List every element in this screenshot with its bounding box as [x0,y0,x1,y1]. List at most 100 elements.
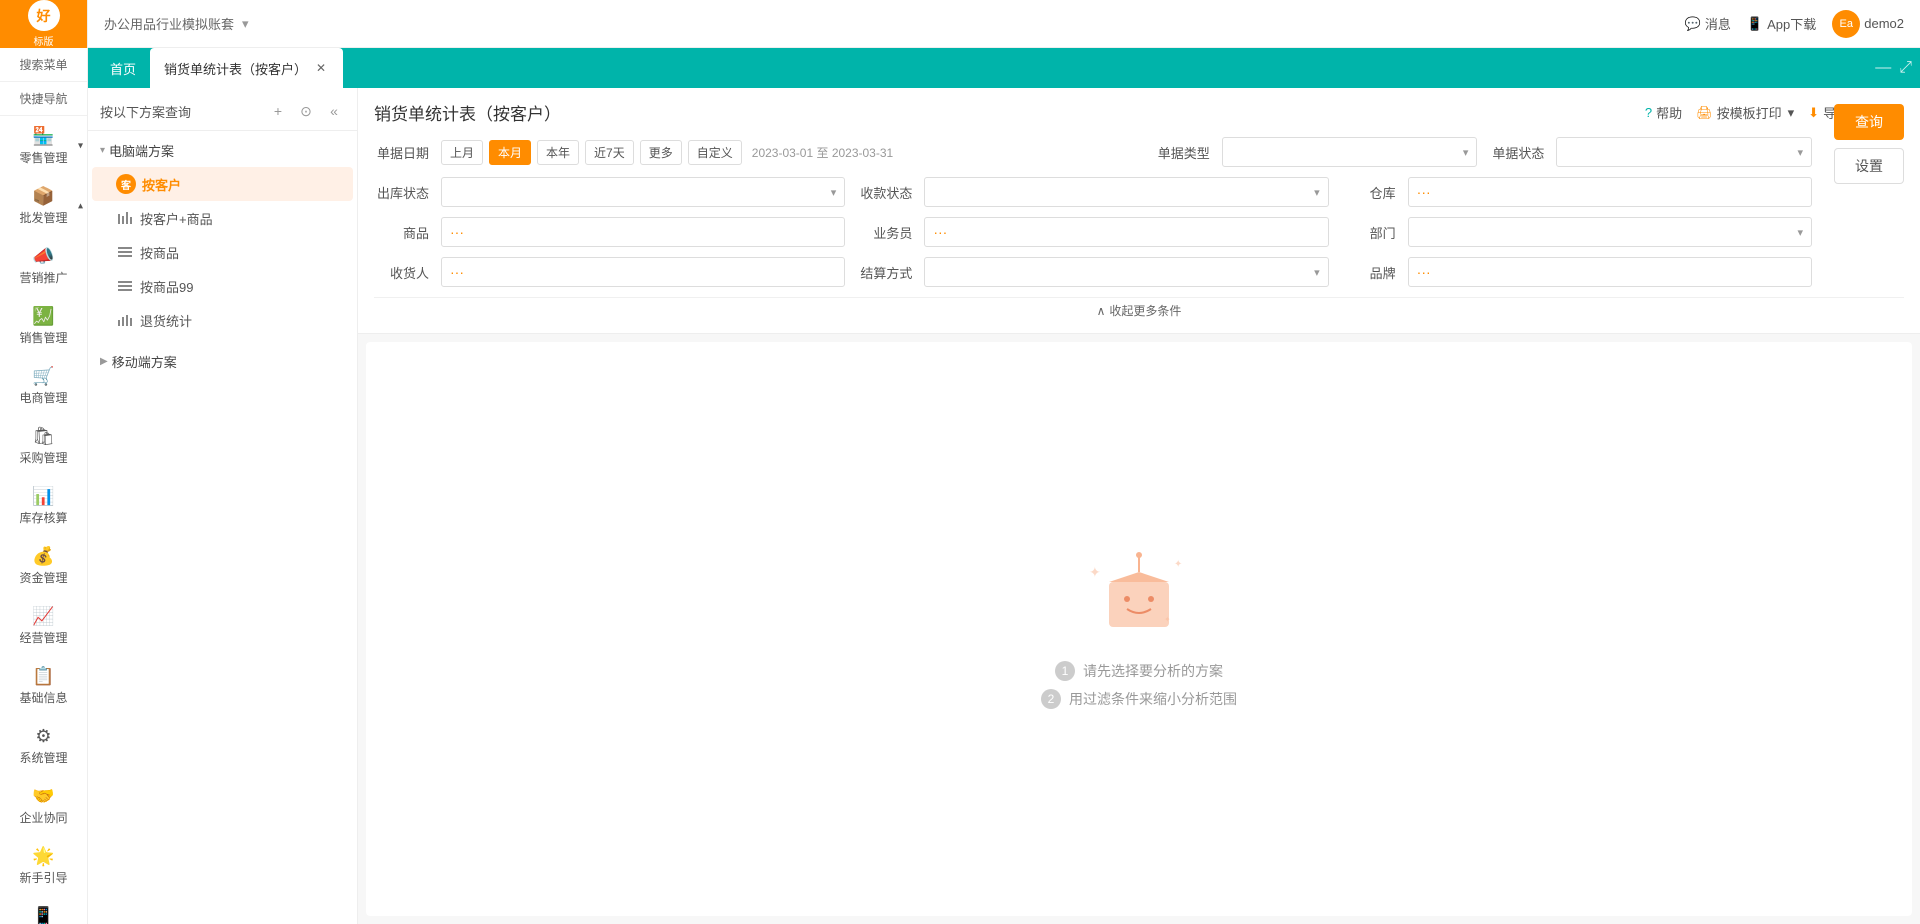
sidebar-item-basic[interactable]: 📋 基础信息 [0,656,87,716]
date-btn-this-year[interactable]: 本年 [537,140,579,165]
sidebar-item-system[interactable]: ⚙ 系统管理 [0,716,87,776]
filter-row-1: 单据日期 上月 本月 本年 近7天 更多 自定义 2023-03-01 至 20… [374,137,1904,167]
out-status-select[interactable]: ▾ [441,177,845,207]
sidebar-item-sales[interactable]: 💹 销售管理 [0,296,87,356]
date-label: 单据日期 [374,143,429,162]
scheme-return-icon [116,312,134,330]
scheme-item-by-product-99[interactable]: 按商品99 [92,270,353,303]
sales-label: 销售管理 [19,331,67,345]
brand-input[interactable]: ··· [1408,257,1812,287]
print-dropdown-arrow[interactable]: ▾ [1788,105,1795,121]
product-input[interactable]: ··· [441,217,845,247]
scheme-product-icon [116,244,134,262]
receipt-status-select[interactable]: ▾ [924,177,1328,207]
sidebar-item-purchase[interactable]: 🛍 采购管理 [0,416,87,476]
query-button[interactable]: 查询 [1834,104,1904,140]
filter-section: 单据日期 上月 本月 本年 近7天 更多 自定义 2023-03-01 至 20… [374,137,1904,333]
message-btn[interactable]: 💬 消息 [1685,14,1731,33]
user-profile-btn[interactable]: Ea demo2 [1832,10,1904,38]
tab-sales-stat[interactable]: 销货单统计表（按客户） ✕ [150,48,343,88]
marketing-icon: 📣 [0,246,87,267]
salesperson-label: 业务员 [857,223,912,242]
message-label: 消息 [1705,14,1731,33]
app-download-btn[interactable]: 📱 App下载 [1747,14,1816,33]
sidebar-item-finance[interactable]: 💰 资金管理 [0,536,87,596]
scheme-item-by-customer-product[interactable]: 按客户+商品 [92,202,353,235]
print-icon: 🖨 [1696,105,1713,121]
order-status-label: 单据状态 [1489,143,1544,162]
scheme-item-return-stat[interactable]: 退货统计 [92,304,353,337]
user-name: demo2 [1864,16,1904,31]
recipient-label: 收货人 [374,263,429,282]
hint-text-1: 请先选择要分析的方案 [1083,661,1223,681]
add-icon: + [274,103,282,119]
breadcrumb-title: 办公用品行业模拟账套 [104,14,234,33]
sidebar-item-app-center[interactable]: 📱 应用中心 [0,896,87,924]
settlement-select[interactable]: ▾ [924,257,1328,287]
sidebar-item-guide[interactable]: 🌟 新手引导 [0,836,87,896]
left-panel-actions: + ⊙ « [267,100,345,122]
right-content-inner: 销货单统计表（按客户） ? 帮助 🖨 按模板打印 ▾ [358,88,1920,924]
settlement-label: 结算方式 [857,263,912,282]
scheme-group-mobile-header[interactable]: ▶ 移动端方案 [88,346,357,377]
message-icon: 💬 [1685,16,1701,32]
sidebar-item-wholesale[interactable]: 📦 批发管理 ▴ [0,176,87,236]
order-type-select[interactable]: ▾ [1222,137,1478,167]
date-btn-last-month[interactable]: 上月 [441,140,483,165]
sidebar-item-ecommerce[interactable]: 🛒 电商管理 [0,356,87,416]
group-expand-arrow: ▾ [100,145,105,156]
panel-collapse-btn[interactable]: « [323,100,345,122]
scheme-customer-icon: 客 [116,174,136,194]
settings-button[interactable]: 设置 [1834,148,1904,184]
scheme-item-by-customer[interactable]: 客 按客户 [92,167,353,201]
brand-dots: ··· [1417,264,1431,280]
scheme-settings-btn[interactable]: ⊙ [295,100,317,122]
help-label: 帮助 [1656,103,1682,122]
department-select[interactable]: ▾ [1408,217,1812,247]
tab-bar-actions: — ⤢ [1875,59,1912,77]
breadcrumb-dropdown-icon[interactable]: ▾ [242,16,249,32]
scheme-item-by-product[interactable]: 按商品 [92,236,353,269]
tab-close-icon[interactable]: ✕ [313,60,329,76]
purchase-label: 采购管理 [19,451,67,465]
date-btn-custom[interactable]: 自定义 [688,140,742,165]
product-dots: ··· [450,224,464,240]
sidebar-search-item[interactable]: 搜索菜单 [0,48,87,82]
salesperson-input[interactable]: ··· [924,217,1328,247]
date-btn-more[interactable]: 更多 [640,140,682,165]
sidebar-item-enterprise[interactable]: 🤝 企业协同 [0,776,87,836]
order-status-select[interactable]: ▾ [1556,137,1812,167]
app-logo[interactable]: 好 标版 [0,0,87,48]
help-btn[interactable]: ? 帮助 [1645,103,1682,122]
scheme-by-customer-product-label: 按客户+商品 [140,209,213,228]
scheme-group-desktop-header[interactable]: ▾ 电脑端方案 [88,135,357,166]
action-buttons-panel: 查询 设置 [1834,104,1904,184]
tab-home[interactable]: 首页 [96,48,150,88]
scheme-by-customer-label: 按客户 [142,175,181,194]
left-panel-header: 按以下方案查询 + ⊙ « [88,88,357,131]
add-scheme-btn[interactable]: + [267,100,289,122]
ecommerce-icon: 🛒 [0,366,87,387]
tab-maximize-icon[interactable]: ⤢ [1899,59,1912,77]
warehouse-input[interactable]: ··· [1408,177,1812,207]
sidebar-quick-nav-item[interactable]: 快捷导航 [0,82,87,116]
left-panel: 按以下方案查询 + ⊙ « ▾ 电脑端方案 [88,88,358,924]
sidebar-item-retail[interactable]: 🏪 零售管理 ▾ [0,116,87,176]
sidebar-item-business[interactable]: 📈 经营管理 [0,596,87,656]
collapse-arrow-icon: ∧ [1097,304,1106,318]
collapse-btn[interactable]: ∧ 收起更多条件 [374,297,1904,323]
settlement-arrow: ▾ [1314,266,1320,279]
business-icon: 📈 [0,606,87,627]
date-btn-this-month[interactable]: 本月 [489,140,531,165]
tab-minimize-icon[interactable]: — [1875,59,1891,77]
recipient-input[interactable]: ··· [441,257,845,287]
filter-row-4: 收货人 ··· 结算方式 ▾ 品牌 ··· [374,257,1904,287]
sidebar-item-inventory[interactable]: 📊 库存核算 [0,476,87,536]
sidebar-item-marketing[interactable]: 📣 营销推广 [0,236,87,296]
warehouse-dots: ··· [1417,184,1431,200]
receipt-status-arrow: ▾ [1314,186,1320,199]
retail-label: 零售管理 [19,151,67,165]
template-print-btn[interactable]: 🖨 按模板打印 ▾ [1696,103,1794,122]
date-btn-last-7-days[interactable]: 近7天 [585,140,634,165]
enterprise-icon: 🤝 [0,786,87,807]
